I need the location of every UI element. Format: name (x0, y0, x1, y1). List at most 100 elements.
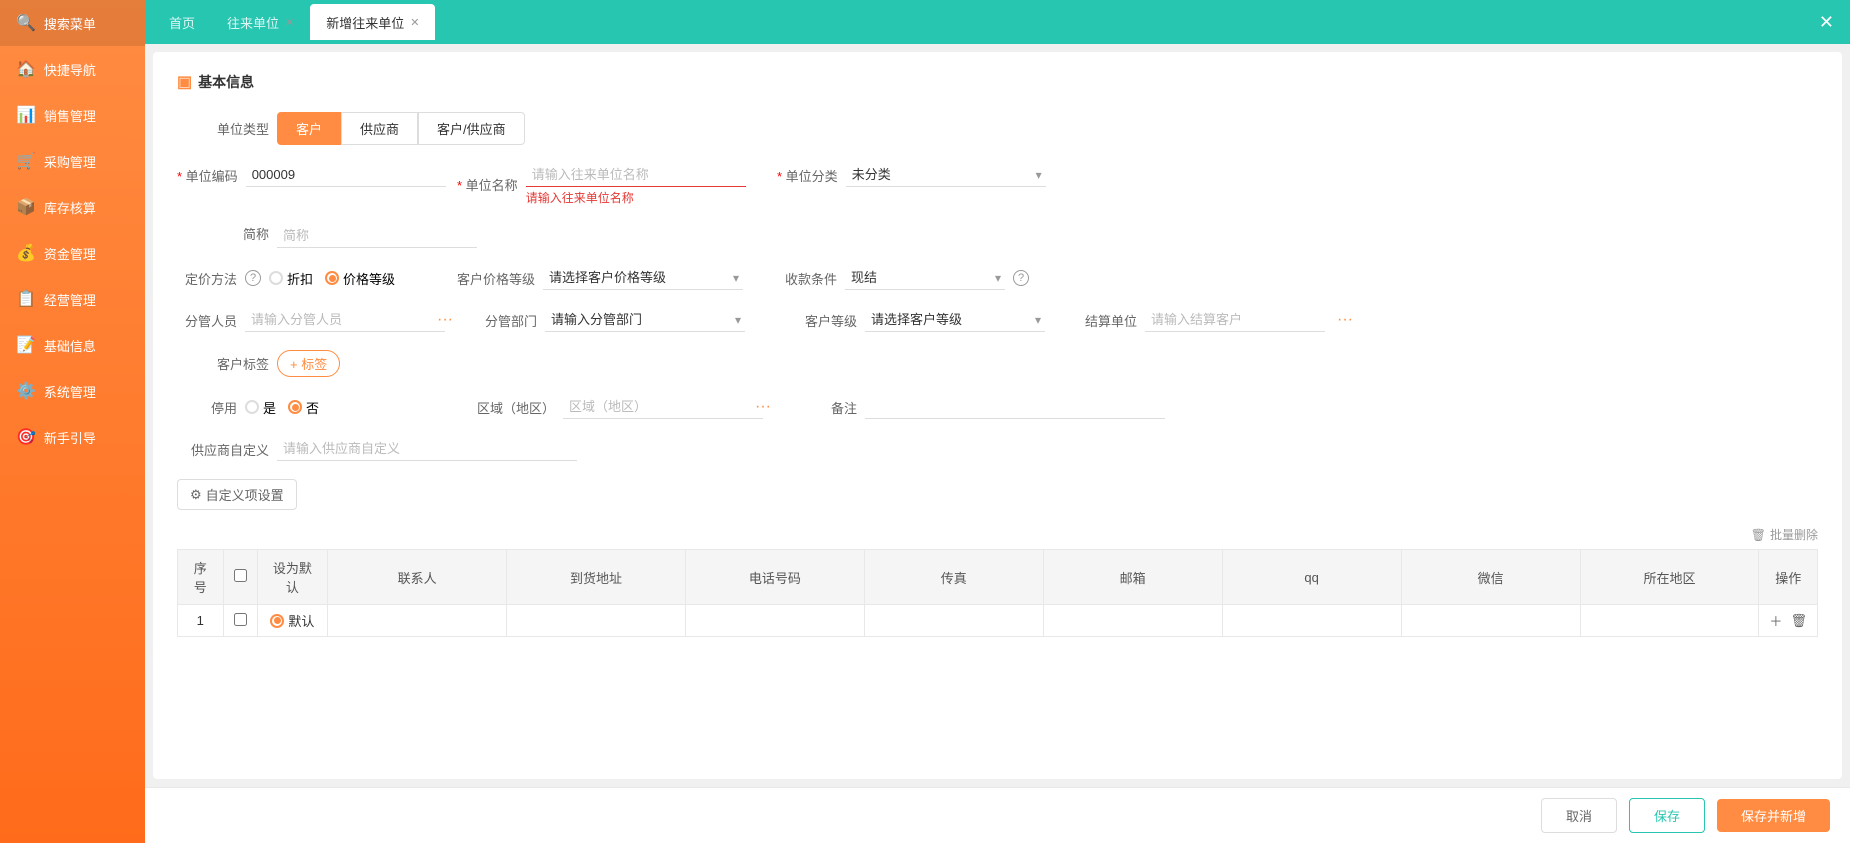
manager-ellipsis[interactable]: ··· (433, 311, 457, 329)
batch-delete-button[interactable]: 🗑 批量删除 (1751, 526, 1818, 543)
settlement-ellipsis[interactable]: ··· (1333, 311, 1357, 329)
pricing-price-level[interactable]: 价格等级 (325, 269, 395, 288)
sidebar-item-guide[interactable]: 🎯 新手引导 (0, 414, 145, 460)
manager-input[interactable] (245, 308, 433, 331)
row-region-input[interactable] (1591, 613, 1749, 628)
wechat-input[interactable] (1412, 613, 1570, 628)
delete-row-icon[interactable]: 🗑 (1790, 613, 1807, 629)
save-new-button[interactable]: 保存并新增 (1717, 799, 1830, 832)
sidebar-item-basic-info[interactable]: 📝 基础信息 (0, 322, 145, 368)
unit-type-both[interactable]: 客户/供应商 (418, 112, 525, 145)
purchase-icon: 🛒 (16, 151, 36, 171)
row-seq: 1 (178, 605, 224, 637)
unit-name-input[interactable] (526, 163, 746, 187)
fax-input[interactable] (875, 613, 1033, 628)
payment-terms-label: 收款条件 (777, 269, 837, 288)
pricing-help-icon[interactable]: ? (245, 270, 261, 286)
settlement-group: 结算单位 ··· (1077, 308, 1325, 332)
row-phone[interactable] (685, 605, 864, 637)
customer-level-select[interactable]: 请选择客户等级 (865, 308, 1045, 332)
col-contact: 联系人 (328, 550, 507, 605)
remarks-label: 备注 (797, 398, 857, 417)
col-phone: 电话号码 (685, 550, 864, 605)
region-label: 区域（地区） (477, 398, 555, 417)
unit-type-row: 单位类型 客户 供应商 客户/供应商 (177, 112, 1818, 145)
customer-level-group: 客户等级 请选择客户等级 ▾ (797, 308, 1077, 332)
default-radio (270, 614, 284, 628)
address-input[interactable] (517, 613, 675, 628)
abbr-input[interactable] (277, 224, 477, 248)
tab-new-partner-close[interactable]: ✕ (410, 16, 419, 29)
settlement-label: 结算单位 (1077, 311, 1137, 330)
unit-code-input[interactable] (246, 163, 446, 187)
suspend-yes[interactable]: 是 (245, 398, 276, 417)
customer-price-select[interactable]: 请选择客户价格等级 (543, 266, 743, 290)
add-row-icon[interactable]: ＋ (1769, 611, 1782, 630)
section-header: ▣ 基本信息 (177, 72, 1818, 92)
sidebar-item-search[interactable]: 🔍 搜索菜单 (0, 0, 145, 46)
select-all-checkbox[interactable] (234, 569, 247, 582)
contact-input[interactable] (338, 613, 496, 628)
qq-input[interactable] (1233, 613, 1391, 628)
col-seq: 序号 (178, 550, 224, 605)
code-name-category-row: 单位编码 单位名称 请输入往来单位名称 单位分类 未分类 ▾ (177, 163, 1818, 206)
sidebar-item-finance[interactable]: 💰 资金管理 (0, 230, 145, 276)
row-default-radio[interactable]: 默认 (268, 611, 318, 630)
table-row: 1 默认 (178, 605, 1818, 637)
manager-group: 分管人员 ··· (177, 308, 457, 332)
department-select[interactable]: 请输入分管部门 (545, 308, 745, 332)
phone-input[interactable] (696, 613, 854, 628)
custom-settings-button[interactable]: ⚙ 自定义项设置 (177, 479, 297, 510)
col-region: 所在地区 (1580, 550, 1759, 605)
sales-icon: 📊 (16, 105, 36, 125)
home-icon: 🏠 (16, 59, 36, 79)
row-qq[interactable] (1222, 605, 1401, 637)
payment-terms-select[interactable]: 现结 (845, 266, 1005, 290)
add-tag-button[interactable]: + 标签 (277, 350, 340, 377)
col-default: 设为默认 (257, 550, 328, 605)
unit-category-select[interactable]: 未分类 (846, 163, 1046, 187)
price-level-radio (325, 271, 339, 285)
remarks-input[interactable] (865, 395, 1165, 419)
contacts-table: 序号 设为默认 联系人 到货地址 电话号码 传真 邮箱 qq 微信 所在地区 操… (177, 549, 1818, 637)
row-fax[interactable] (864, 605, 1043, 637)
save-button[interactable]: 保存 (1629, 798, 1705, 833)
finance-icon: 💰 (16, 243, 36, 263)
supplier-custom-input[interactable] (277, 437, 577, 461)
row-checkbox[interactable] (234, 613, 247, 626)
unit-type-customer[interactable]: 客户 (277, 112, 341, 145)
sidebar-item-purchase[interactable]: 🛒 采购管理 (0, 138, 145, 184)
abbr-label: 简称 (243, 227, 269, 242)
tab-partner[interactable]: 往来单位 ✕ (211, 4, 310, 40)
sidebar-item-inventory[interactable]: 📦 库存核算 (0, 184, 145, 230)
remarks-group: 备注 (797, 395, 1165, 419)
tab-partner-close[interactable]: ✕ (285, 16, 294, 29)
sidebar-item-quick-nav[interactable]: 🏠 快捷导航 (0, 46, 145, 92)
tab-bar-close-all[interactable]: ✕ (1811, 12, 1842, 33)
row-default-cell: 默认 (257, 605, 328, 637)
unit-type-supplier[interactable]: 供应商 (341, 112, 418, 145)
settlement-input[interactable] (1145, 308, 1333, 331)
tab-home[interactable]: 首页 (153, 4, 211, 40)
sidebar-item-system[interactable]: ⚙️ 系统管理 (0, 368, 145, 414)
region-ellipsis[interactable]: ··· (751, 398, 775, 416)
suspend-group: 停用 是 否 (177, 398, 457, 417)
row-email[interactable] (1043, 605, 1222, 637)
row-region[interactable] (1580, 605, 1759, 637)
email-input[interactable] (1054, 613, 1212, 628)
region-input[interactable] (563, 395, 751, 418)
row-address[interactable] (507, 605, 686, 637)
col-fax: 传真 (864, 550, 1043, 605)
payment-terms-help-icon[interactable]: ? (1013, 270, 1029, 286)
tab-new-partner[interactable]: 新增往来单位 ✕ (310, 4, 435, 40)
pricing-discount[interactable]: 折扣 (269, 269, 313, 288)
system-icon: ⚙️ (16, 381, 36, 401)
row-wechat[interactable] (1401, 605, 1580, 637)
suspend-no[interactable]: 否 (288, 398, 319, 417)
sidebar-item-sales[interactable]: 📊 销售管理 (0, 92, 145, 138)
cancel-button[interactable]: 取消 (1541, 798, 1617, 833)
sidebar-item-operations[interactable]: 📋 经营管理 (0, 276, 145, 322)
row-contact[interactable] (328, 605, 507, 637)
suspend-row: 停用 是 否 区域（地区） ··· (177, 395, 1818, 419)
supplier-custom-label: 供应商自定义 (191, 443, 269, 458)
